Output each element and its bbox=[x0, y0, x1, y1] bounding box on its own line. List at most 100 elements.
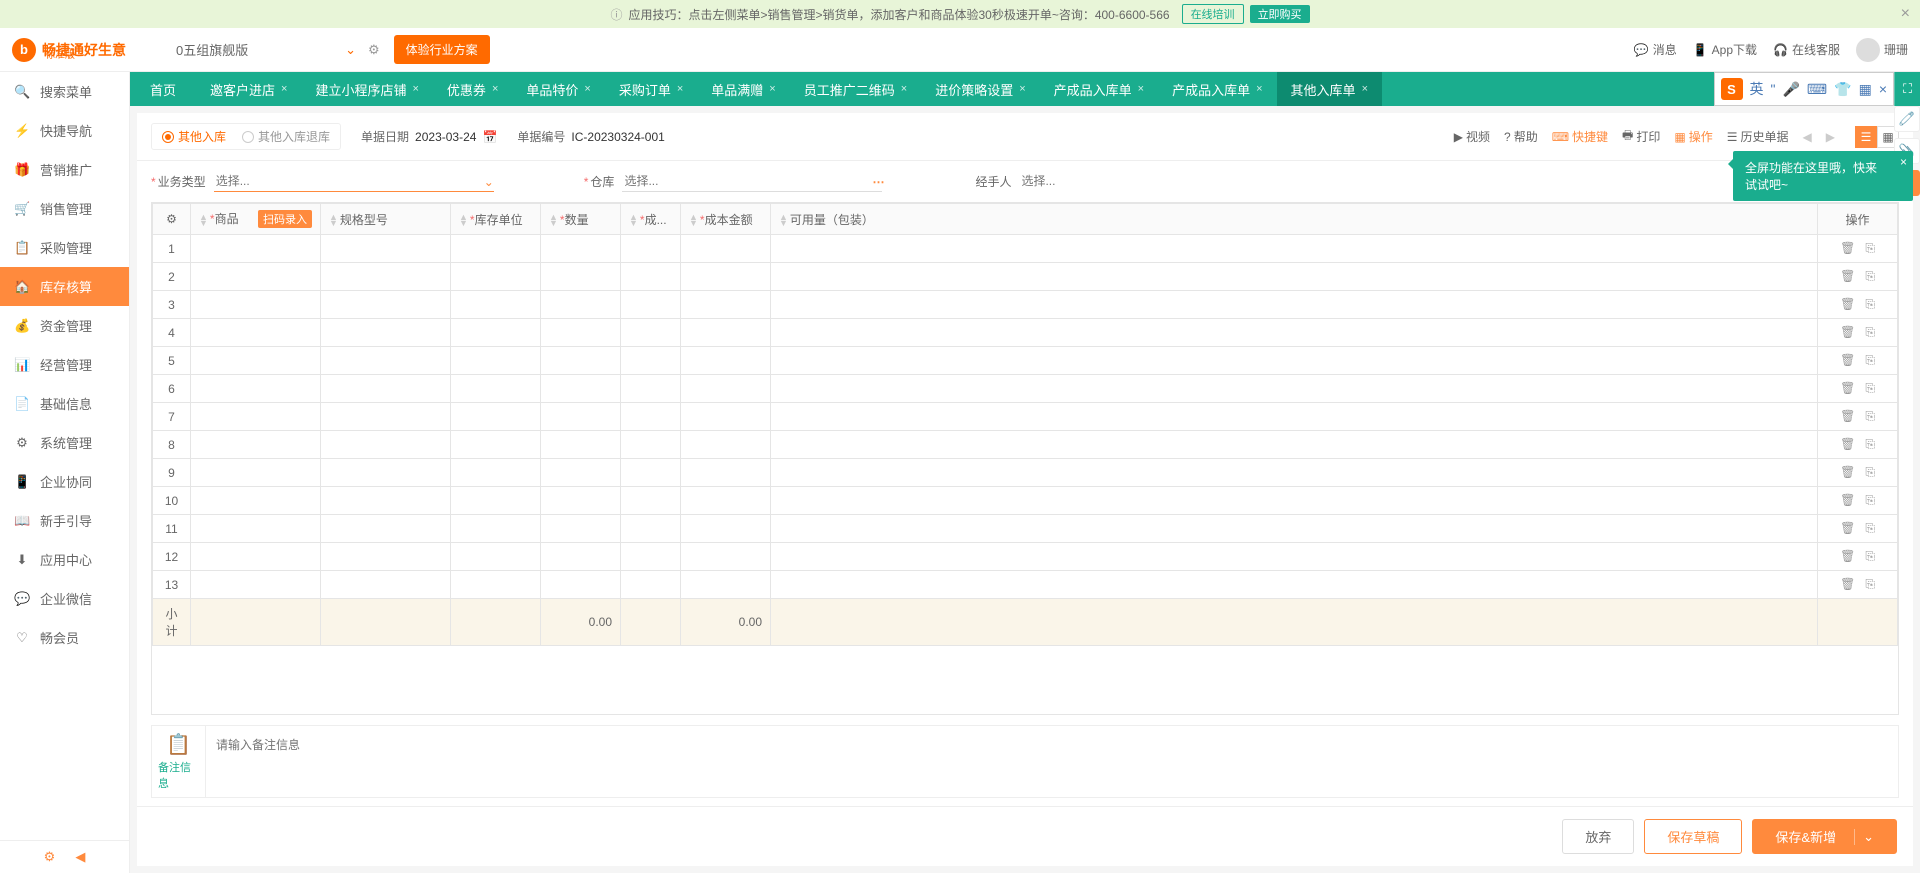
row-delete-icon[interactable]: 🗑 bbox=[1840, 325, 1855, 340]
sidebar-item-5[interactable]: 🏠库存核算 bbox=[0, 267, 129, 306]
tab-close-icon[interactable]: × bbox=[769, 83, 775, 95]
tab-close-icon[interactable]: × bbox=[492, 83, 498, 95]
ime-close-icon[interactable]: × bbox=[1879, 81, 1887, 97]
save-draft-button[interactable]: 保存草稿 bbox=[1644, 819, 1742, 854]
toolbar-hotkey[interactable]: ⌨快捷键 bbox=[1552, 128, 1608, 145]
sidebar-item-0[interactable]: 🔍搜索菜单 bbox=[0, 72, 129, 111]
scan-badge[interactable]: 扫码录入 bbox=[258, 210, 312, 228]
col-product[interactable]: ▲▼*商品扫码录入 bbox=[191, 204, 321, 235]
row-delete-icon[interactable]: 🗑 bbox=[1840, 353, 1855, 368]
col-spec[interactable]: ▲▼规格型号 bbox=[321, 204, 451, 235]
settings-gear-icon[interactable]: ⚙ bbox=[368, 42, 380, 58]
table-row[interactable]: 2🗑⎘ bbox=[153, 263, 1898, 291]
save-and-new-button[interactable]: 保存&新增 ⌄ bbox=[1752, 819, 1897, 854]
row-delete-icon[interactable]: 🗑 bbox=[1840, 465, 1855, 480]
online-service-link[interactable]: 🎧 在线客服 bbox=[1773, 41, 1840, 58]
col-settings[interactable]: ⚙ bbox=[153, 204, 191, 235]
more-icon[interactable]: ⋯ bbox=[872, 175, 885, 189]
row-copy-icon[interactable]: ⎘ bbox=[1865, 269, 1875, 284]
sidebar-item-14[interactable]: ♡畅会员 bbox=[0, 618, 129, 657]
remarks-input[interactable] bbox=[206, 726, 1898, 797]
tab-close-icon[interactable]: × bbox=[1138, 83, 1144, 95]
col-qty[interactable]: ▲▼*数量 bbox=[541, 204, 621, 235]
tab-3[interactable]: 单品特价× bbox=[512, 72, 604, 106]
sidebar-item-8[interactable]: 📄基础信息 bbox=[0, 384, 129, 423]
sidebar-item-2[interactable]: 🎁营销推广 bbox=[0, 150, 129, 189]
sidebar-item-1[interactable]: ⚡快捷导航 bbox=[0, 111, 129, 150]
table-row[interactable]: 10🗑⎘ bbox=[153, 487, 1898, 515]
online-training-button[interactable]: 在线培训 bbox=[1182, 4, 1244, 24]
sidebar-item-10[interactable]: 📱企业协同 bbox=[0, 462, 129, 501]
row-copy-icon[interactable]: ⎘ bbox=[1865, 325, 1875, 340]
tab-8[interactable]: 产成品入库单× bbox=[1040, 72, 1158, 106]
tab-7[interactable]: 进价策略设置× bbox=[921, 72, 1039, 106]
row-copy-icon[interactable]: ⎘ bbox=[1865, 493, 1875, 508]
radio-other-in[interactable]: 其他入库 bbox=[162, 128, 226, 145]
col-cost[interactable]: ▲▼*成... bbox=[621, 204, 681, 235]
row-copy-icon[interactable]: ⎘ bbox=[1865, 297, 1875, 312]
row-delete-icon[interactable]: 🗑 bbox=[1840, 521, 1855, 536]
row-delete-icon[interactable]: 🗑 bbox=[1840, 409, 1855, 424]
row-delete-icon[interactable]: 🗑 bbox=[1840, 577, 1855, 592]
table-row[interactable]: 6🗑⎘ bbox=[153, 375, 1898, 403]
sidebar-item-7[interactable]: 📊经营管理 bbox=[0, 345, 129, 384]
row-delete-icon[interactable]: 🗑 bbox=[1840, 493, 1855, 508]
row-copy-icon[interactable]: ⎘ bbox=[1865, 409, 1875, 424]
tab-4[interactable]: 采购订单× bbox=[605, 72, 697, 106]
tab-close-icon[interactable]: × bbox=[677, 83, 683, 95]
user-menu[interactable]: 珊珊 bbox=[1856, 38, 1908, 62]
table-row[interactable]: 3🗑⎘ bbox=[153, 291, 1898, 319]
tab-6[interactable]: 员工推广二维码× bbox=[790, 72, 921, 106]
sidebar-item-3[interactable]: 🛒销售管理 bbox=[0, 189, 129, 228]
col-amount[interactable]: ▲▼*成本金额 bbox=[681, 204, 771, 235]
tab-0[interactable]: 邀客户进店× bbox=[196, 72, 301, 106]
calendar-icon[interactable]: 📅 bbox=[482, 130, 497, 144]
warehouse-input[interactable] bbox=[622, 171, 882, 192]
toolbar-history[interactable]: ☰历史单据 bbox=[1727, 128, 1789, 145]
tab-close-icon[interactable]: × bbox=[901, 83, 907, 95]
row-delete-icon[interactable]: 🗑 bbox=[1840, 269, 1855, 284]
toolbar-help[interactable]: ?帮助 bbox=[1504, 128, 1538, 145]
row-delete-icon[interactable]: 🗑 bbox=[1840, 381, 1855, 396]
toolbar-video[interactable]: ▶视频 bbox=[1454, 128, 1490, 145]
nav-prev-icon[interactable]: ◀ bbox=[1803, 130, 1812, 144]
tab-1[interactable]: 建立小程序店铺× bbox=[301, 72, 432, 106]
table-row[interactable]: 5🗑⎘ bbox=[153, 347, 1898, 375]
row-copy-icon[interactable]: ⎘ bbox=[1865, 241, 1875, 256]
ime-toolbar[interactable]: S 英 " 🎤 ⌨ 👕 ▦ × bbox=[1714, 72, 1895, 106]
row-delete-icon[interactable]: 🗑 bbox=[1840, 437, 1855, 452]
table-row[interactable]: 7🗑⎘ bbox=[153, 403, 1898, 431]
row-copy-icon[interactable]: ⎘ bbox=[1865, 465, 1875, 480]
sidebar-item-11[interactable]: 📖新手引导 bbox=[0, 501, 129, 540]
row-copy-icon[interactable]: ⎘ bbox=[1865, 437, 1875, 452]
table-row[interactable]: 11🗑⎘ bbox=[153, 515, 1898, 543]
row-copy-icon[interactable]: ⎘ bbox=[1865, 381, 1875, 396]
table-row[interactable]: 13🗑⎘ bbox=[153, 571, 1898, 599]
sidebar-item-9[interactable]: ⚙系统管理 bbox=[0, 423, 129, 462]
sidebar-item-4[interactable]: 📋采购管理 bbox=[0, 228, 129, 267]
table-row[interactable]: 9🗑⎘ bbox=[153, 459, 1898, 487]
tab-close-icon[interactable]: × bbox=[1362, 83, 1368, 95]
toolbar-print[interactable]: 🖶打印 bbox=[1622, 126, 1660, 147]
doc-date-value[interactable]: 2023-03-24 bbox=[415, 130, 476, 144]
discard-button[interactable]: 放弃 bbox=[1562, 819, 1634, 854]
row-copy-icon[interactable]: ⎘ bbox=[1865, 353, 1875, 368]
table-row[interactable]: 4🗑⎘ bbox=[153, 319, 1898, 347]
notice-close-icon[interactable]: × bbox=[1901, 5, 1910, 23]
toolbar-operate[interactable]: ▦操作 bbox=[1674, 128, 1712, 145]
messages-link[interactable]: 💬 消息 bbox=[1634, 41, 1677, 58]
sidebar-item-12[interactable]: ⬇应用中心 bbox=[0, 540, 129, 579]
business-type-input[interactable] bbox=[214, 171, 494, 192]
view-list-icon[interactable]: ☰ bbox=[1855, 126, 1877, 148]
tab-close-icon[interactable]: × bbox=[412, 83, 418, 95]
sidebar-collapse-icon[interactable]: ◀ bbox=[75, 849, 85, 865]
company-selector[interactable]: 0五组旗舰版 ⌄ bbox=[176, 40, 356, 59]
sidebar-settings-icon[interactable]: ⚙ bbox=[44, 849, 56, 865]
tab-5[interactable]: 单品满赠× bbox=[697, 72, 789, 106]
row-delete-icon[interactable]: 🗑 bbox=[1840, 549, 1855, 564]
buy-now-button[interactable]: 立即购买 bbox=[1250, 5, 1310, 23]
tab-close-icon[interactable]: × bbox=[1019, 83, 1025, 95]
handler-input[interactable] bbox=[1019, 171, 1279, 192]
tab-2[interactable]: 优惠券× bbox=[433, 72, 512, 106]
row-delete-icon[interactable]: 🗑 bbox=[1840, 241, 1855, 256]
